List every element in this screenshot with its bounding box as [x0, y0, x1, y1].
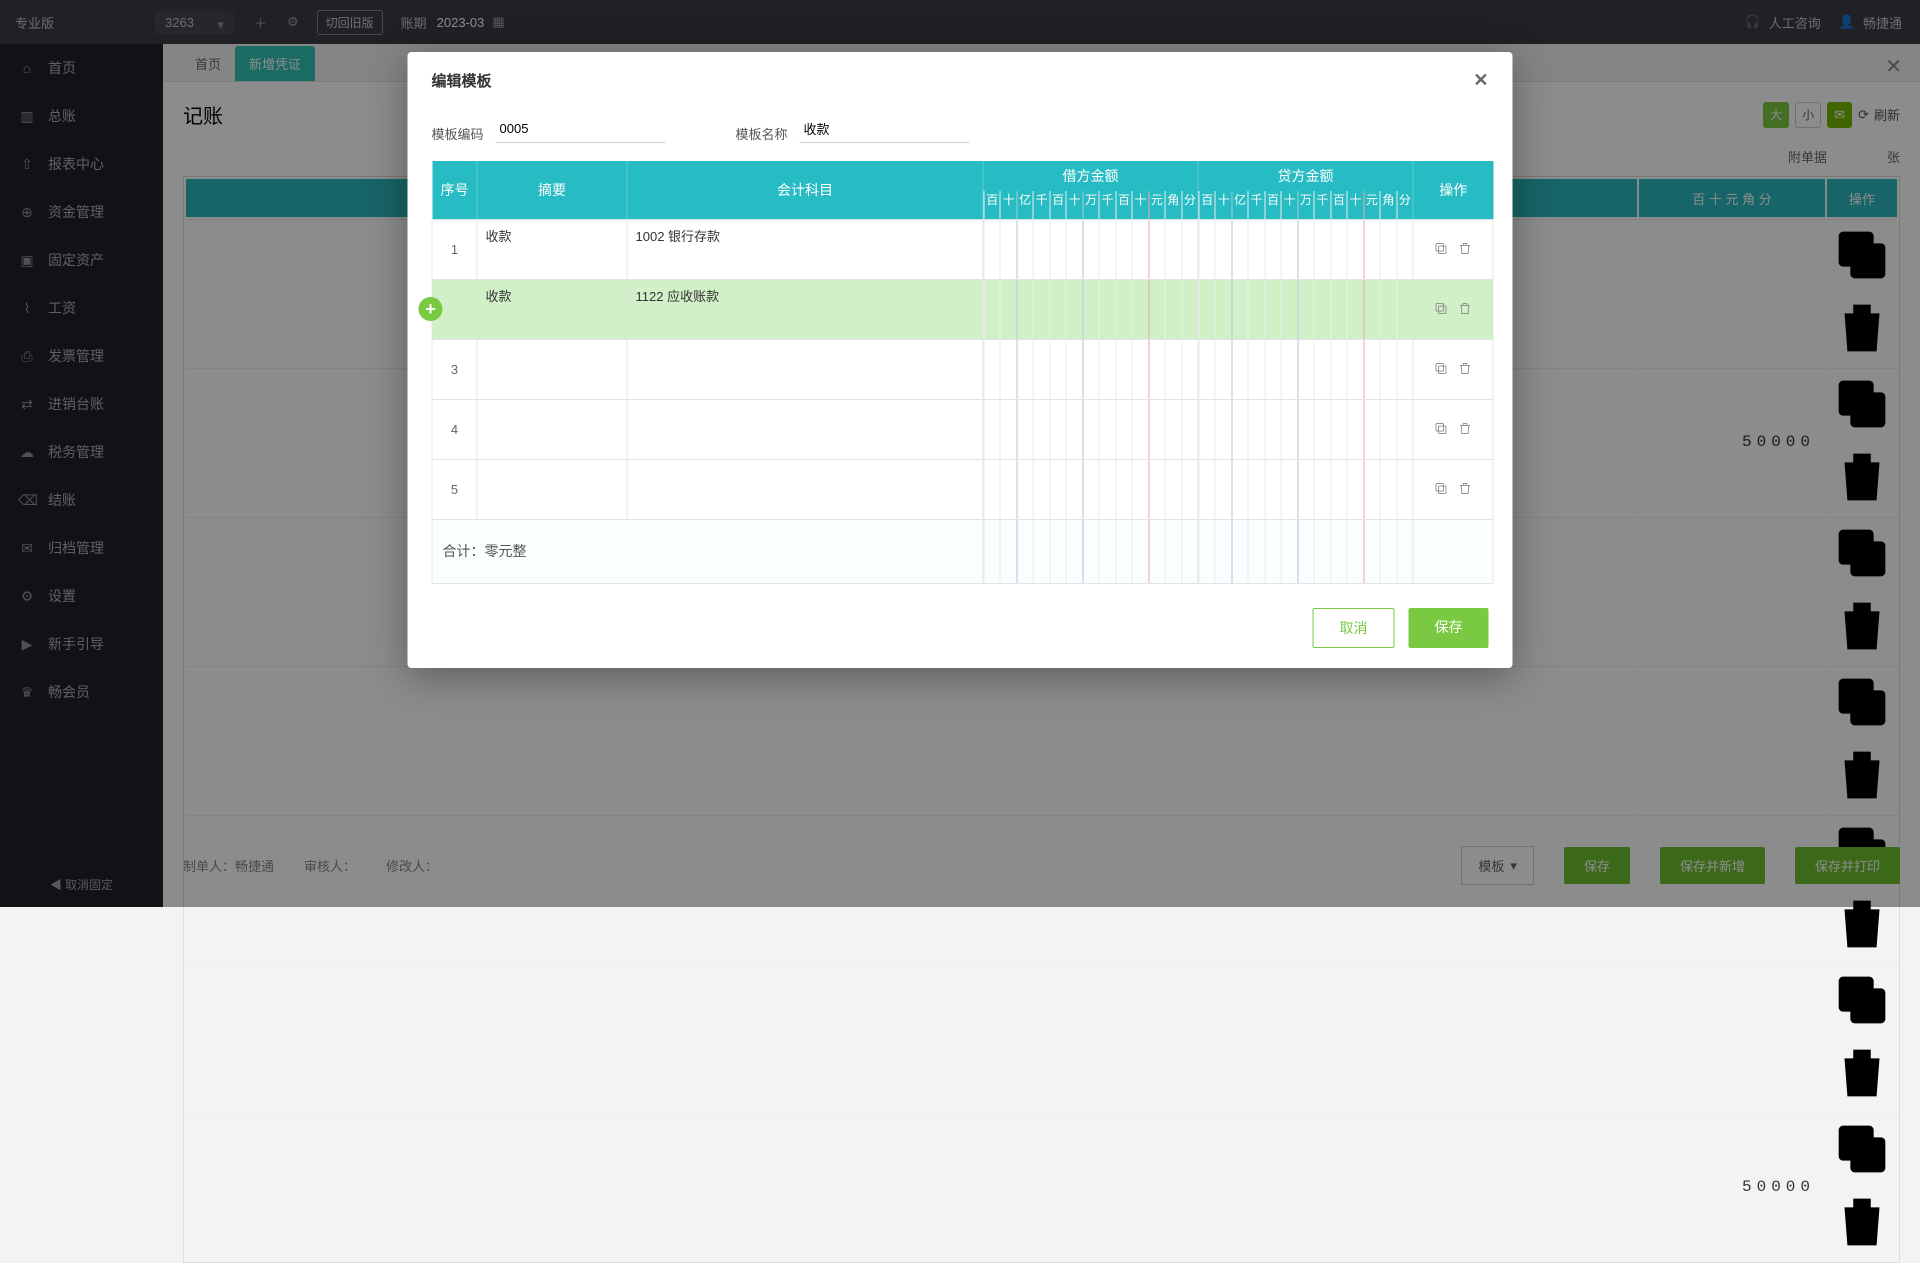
- copy-icon[interactable]: [1432, 299, 1450, 317]
- debit-units: 百十亿千百十万千百十元角分: [983, 191, 1198, 219]
- row-account[interactable]: 1002 银行存款: [627, 219, 983, 279]
- save-button[interactable]: 保存: [1409, 608, 1489, 648]
- row-credit[interactable]: [1198, 339, 1413, 399]
- bg-amount: 50000: [1639, 1113, 1825, 1260]
- close-icon[interactable]: ✕: [1473, 70, 1488, 91]
- row-account[interactable]: 1122 应收账款: [627, 279, 983, 339]
- table-row[interactable]: 3: [432, 339, 1493, 399]
- delete-icon[interactable]: [1456, 359, 1474, 377]
- row-summary[interactable]: 收款: [477, 219, 627, 279]
- row-ops: [1413, 279, 1493, 339]
- delete-icon[interactable]: [1827, 947, 1897, 962]
- delete-icon[interactable]: [1456, 419, 1474, 437]
- template-rows-table: 序号 摘要 会计科目 借方金额 贷方金额 操作 百十亿千百十万千百十元角分 百十…: [432, 161, 1494, 584]
- row-debit[interactable]: [983, 339, 1198, 399]
- row-ops: [1413, 459, 1493, 519]
- row-credit[interactable]: [1198, 279, 1413, 339]
- row-seq: 1: [432, 219, 477, 279]
- row-credit[interactable]: [1198, 459, 1413, 519]
- row-account[interactable]: [627, 459, 983, 519]
- col-account: 会计科目: [627, 161, 983, 219]
- row-ops: [1413, 399, 1493, 459]
- copy-icon[interactable]: [1432, 239, 1450, 257]
- row-account[interactable]: [627, 339, 983, 399]
- template-name-input[interactable]: [800, 115, 970, 143]
- col-seq: 序号: [432, 161, 477, 219]
- template-code-label: 模板编码: [432, 124, 484, 143]
- row-credit[interactable]: [1198, 399, 1413, 459]
- credit-units: 百十亿千百十万千百十元角分: [1198, 191, 1413, 219]
- copy-icon[interactable]: [1432, 419, 1450, 437]
- template-name-label: 模板名称: [736, 124, 788, 143]
- row-seq: 3: [432, 339, 477, 399]
- row-seq: 5: [432, 459, 477, 519]
- row-debit[interactable]: [983, 219, 1198, 279]
- row-credit[interactable]: [1198, 219, 1413, 279]
- row-summary[interactable]: [477, 459, 627, 519]
- delete-icon[interactable]: [1456, 239, 1474, 257]
- row-seq: +: [432, 279, 477, 339]
- table-row[interactable]: 4: [432, 399, 1493, 459]
- cancel-button[interactable]: 取消: [1313, 608, 1395, 648]
- delete-icon[interactable]: [1827, 1245, 1897, 1260]
- row-summary[interactable]: [477, 399, 627, 459]
- copy-icon[interactable]: [1827, 1023, 1897, 1038]
- col-credit: 贷方金额: [1198, 161, 1413, 191]
- copy-icon[interactable]: [1432, 359, 1450, 377]
- row-debit[interactable]: [983, 399, 1198, 459]
- table-row[interactable]: 1收款1002 银行存款: [432, 219, 1493, 279]
- edit-template-modal: 编辑模板 ✕ 模板编码 模板名称 序号 摘要 会计科目: [408, 52, 1513, 668]
- delete-icon[interactable]: [1456, 299, 1474, 317]
- table-row[interactable]: +收款1122 应收账款: [432, 279, 1493, 339]
- row-summary[interactable]: [477, 339, 627, 399]
- copy-icon[interactable]: [1827, 1172, 1897, 1187]
- total-label: 合计：零元整: [432, 519, 983, 583]
- delete-icon[interactable]: [1456, 479, 1474, 497]
- row-ops: [1413, 219, 1493, 279]
- template-code-input[interactable]: [496, 115, 666, 143]
- row-ops: [1413, 339, 1493, 399]
- col-debit: 借方金额: [983, 161, 1198, 191]
- add-row-icon[interactable]: +: [419, 297, 443, 321]
- row-account[interactable]: [627, 399, 983, 459]
- row-debit[interactable]: [983, 279, 1198, 339]
- col-summary: 摘要: [477, 161, 627, 219]
- modal-title: 编辑模板: [432, 70, 492, 91]
- col-ops: 操作: [1413, 161, 1493, 219]
- bg-amount: [1639, 964, 1825, 1111]
- row-seq: 4: [432, 399, 477, 459]
- copy-icon[interactable]: [1432, 479, 1450, 497]
- delete-icon[interactable]: [1827, 1096, 1897, 1111]
- table-row[interactable]: 5: [432, 459, 1493, 519]
- row-summary[interactable]: 收款: [477, 279, 627, 339]
- row-debit[interactable]: [983, 459, 1198, 519]
